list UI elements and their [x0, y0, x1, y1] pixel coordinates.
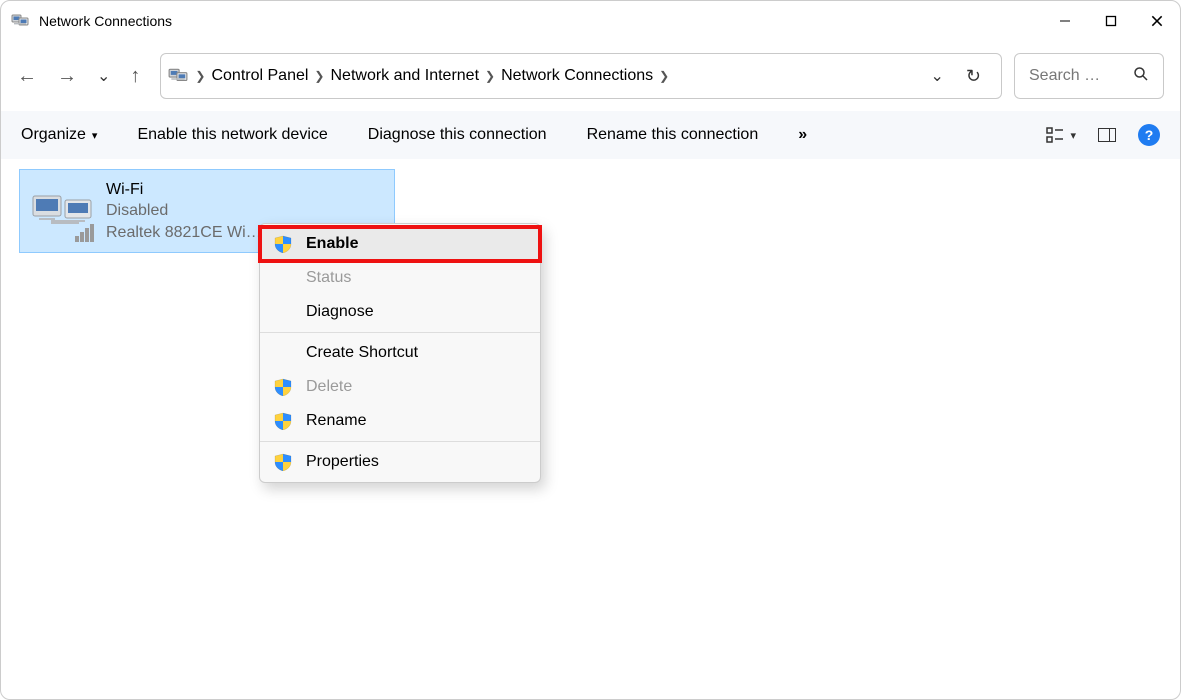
forward-button[interactable]: → — [57, 65, 77, 88]
ctx-rename[interactable]: Rename — [260, 404, 540, 438]
refresh-button[interactable]: ↻ — [966, 66, 981, 87]
adapter-device: Realtek 8821CE Wi… — [106, 222, 262, 244]
minimize-button[interactable] — [1042, 1, 1088, 41]
recent-locations-button[interactable]: ⌄ — [97, 66, 110, 86]
help-button[interactable]: ? — [1138, 124, 1160, 146]
app-icon — [11, 12, 29, 30]
toolbar-overflow-button[interactable]: » — [798, 126, 809, 144]
ctx-delete: Delete — [260, 370, 540, 404]
search-placeholder: Search … — [1029, 67, 1100, 85]
preview-pane-button[interactable] — [1098, 128, 1116, 142]
content-area[interactable]: Wi-Fi Disabled Realtek 8821CE Wi… — [1, 159, 1180, 263]
diagnose-connection-button[interactable]: Diagnose this connection — [368, 126, 547, 144]
view-options-button[interactable]: ▾ — [1046, 127, 1076, 143]
context-menu: Enable Status Diagnose Create Shortcut D… — [259, 223, 541, 483]
address-icon — [167, 65, 189, 87]
maximize-button[interactable] — [1088, 1, 1134, 41]
ctx-separator — [260, 332, 540, 333]
adapter-icon — [28, 176, 96, 244]
signal-bars-icon — [75, 224, 94, 242]
address-dropdown-button[interactable]: ⌄ — [931, 66, 944, 86]
breadcrumb-separator[interactable]: ❯ — [195, 69, 205, 83]
breadcrumb-item[interactable]: Network and Internet — [330, 67, 479, 85]
breadcrumb-item[interactable]: Network Connections — [501, 67, 653, 85]
address-bar[interactable]: ❯ Control Panel ❯ Network and Internet ❯… — [160, 53, 1002, 99]
breadcrumb: Control Panel ❯ Network and Internet ❯ N… — [211, 67, 924, 85]
command-bar: Organize▾ Enable this network device Dia… — [1, 111, 1180, 159]
adapter-name: Wi-Fi — [106, 179, 262, 201]
titlebar: Network Connections — [1, 1, 1180, 41]
ctx-properties[interactable]: Properties — [260, 445, 540, 479]
search-icon — [1133, 66, 1149, 86]
up-button[interactable]: ↑ — [130, 65, 140, 88]
ctx-enable[interactable]: Enable — [260, 227, 540, 261]
ctx-separator — [260, 441, 540, 442]
navigation-row: ← → ⌄ ↑ ❯ Control Panel ❯ Network and In… — [1, 41, 1180, 111]
breadcrumb-separator[interactable]: ❯ — [314, 69, 324, 83]
breadcrumb-separator[interactable]: ❯ — [485, 69, 495, 83]
ctx-create-shortcut[interactable]: Create Shortcut — [260, 336, 540, 370]
rename-connection-button[interactable]: Rename this connection — [587, 126, 759, 144]
window-title: Network Connections — [39, 13, 172, 29]
back-button[interactable]: ← — [17, 65, 37, 88]
search-box[interactable]: Search … — [1014, 53, 1164, 99]
breadcrumb-separator[interactable]: ❯ — [659, 69, 669, 83]
breadcrumb-item[interactable]: Control Panel — [211, 67, 308, 85]
close-button[interactable] — [1134, 1, 1180, 41]
ctx-diagnose[interactable]: Diagnose — [260, 295, 540, 329]
adapter-status: Disabled — [106, 200, 262, 222]
organize-menu[interactable]: Organize▾ — [21, 126, 97, 144]
ctx-status: Status — [260, 261, 540, 295]
enable-device-button[interactable]: Enable this network device — [137, 126, 327, 144]
